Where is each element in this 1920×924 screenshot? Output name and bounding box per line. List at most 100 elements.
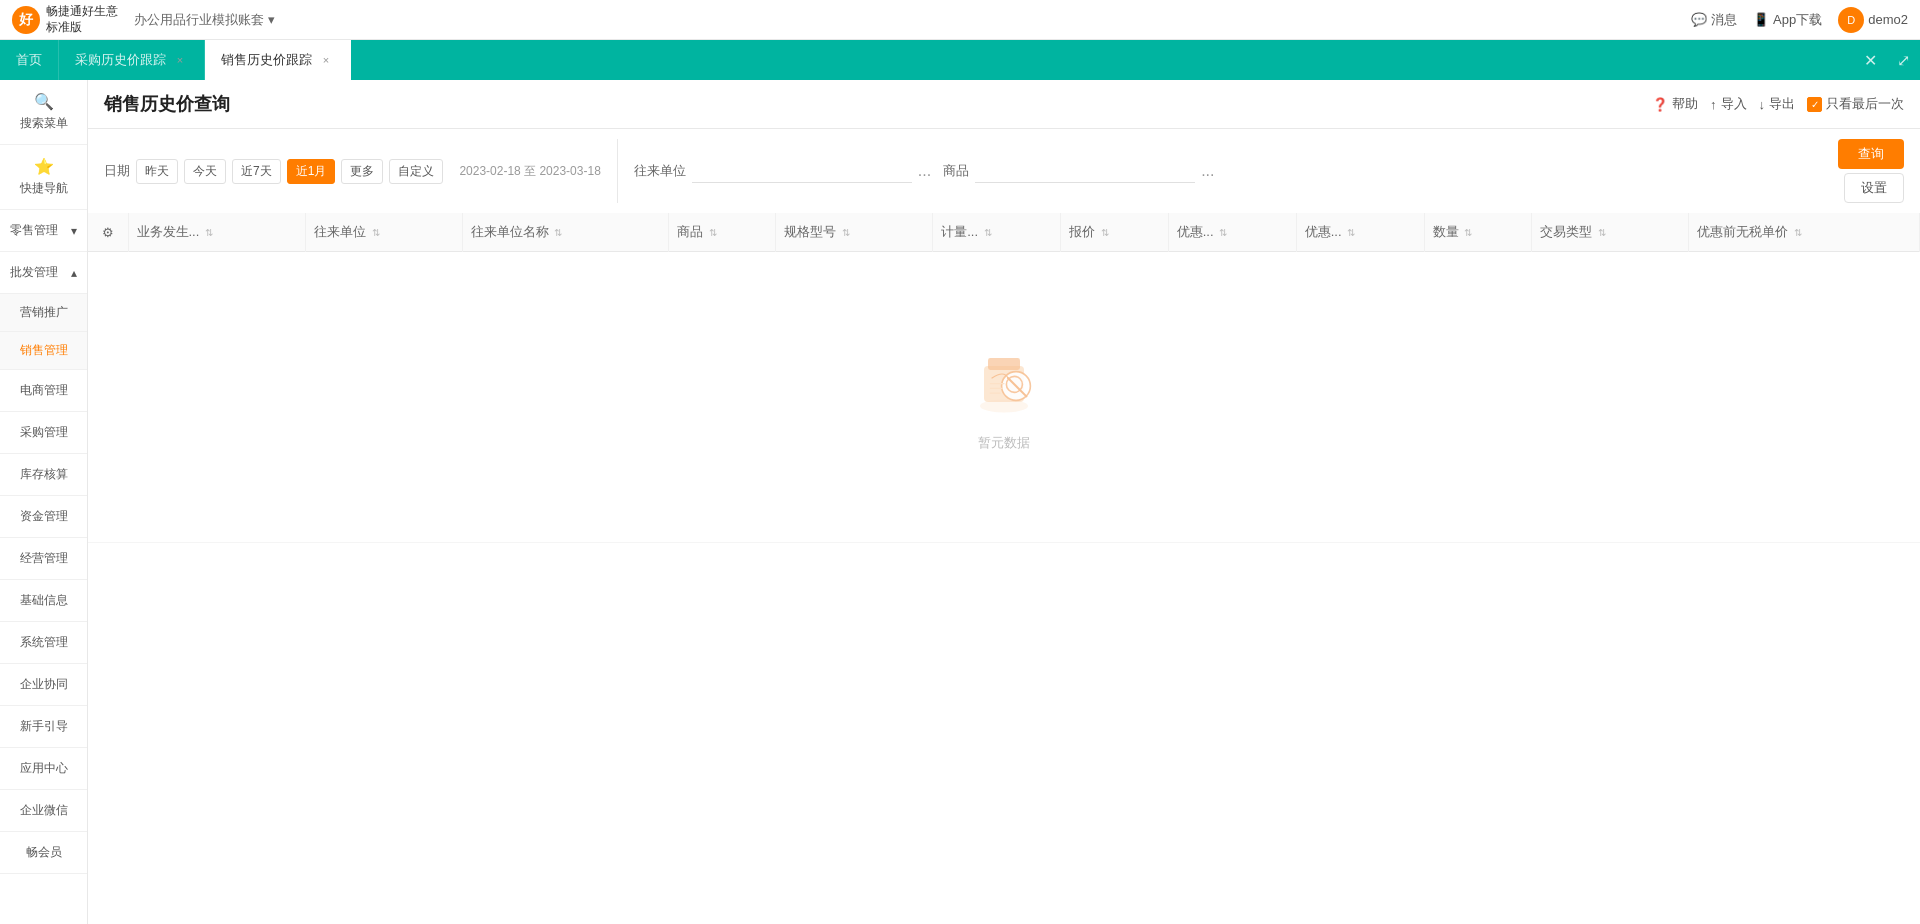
tab-purchase-label: 采购历史价跟踪 <box>75 51 166 69</box>
col-discount2[interactable]: 优惠... ⇅ <box>1296 213 1424 252</box>
sort-icon-quoted-price: ⇅ <box>1101 227 1109 238</box>
product-input[interactable] <box>975 159 1195 183</box>
chevron-up-icon: ▴ <box>71 266 77 280</box>
sidebar-item-app-center[interactable]: 应用中心 <box>0 748 87 790</box>
product-filter-group: 商品 ... <box>943 159 1214 183</box>
sort-icon-discount1: ⇅ <box>1219 227 1227 238</box>
export-icon: ↓ <box>1759 97 1766 112</box>
sidebar-item-inventory[interactable]: 库存核算 <box>0 454 87 496</box>
col-unit[interactable]: 计量... ⇅ <box>933 213 1061 252</box>
help-icon: ❓ <box>1652 97 1668 112</box>
sidebar-item-finance[interactable]: 资金管理 <box>0 496 87 538</box>
logo-text: 畅捷通好生意 标准版 <box>46 4 118 35</box>
empty-state: 暂元数据 <box>96 262 1912 532</box>
date-btn-7days[interactable]: 近7天 <box>232 159 281 184</box>
sidebar-inventory-label: 库存核算 <box>20 466 68 483</box>
date-btn-custom[interactable]: 自定义 <box>389 159 443 184</box>
date-btn-yesterday[interactable]: 昨天 <box>136 159 178 184</box>
sidebar-item-guide[interactable]: 新手引导 <box>0 706 87 748</box>
partner-label: 往来单位 <box>634 162 686 180</box>
date-btn-more[interactable]: 更多 <box>341 159 383 184</box>
import-btn[interactable]: ↑ 导入 <box>1710 95 1747 113</box>
tab-restore-btn[interactable]: ⤢ <box>1887 47 1920 74</box>
tab-sales-history[interactable]: 销售历史价跟踪 × <box>205 40 351 80</box>
query-button[interactable]: 查询 <box>1838 139 1904 169</box>
date-range-display: 2023-02-18 至 2023-03-18 <box>459 163 600 180</box>
sidebar-item-system[interactable]: 系统管理 <box>0 622 87 664</box>
partner-dots[interactable]: ... <box>918 162 931 180</box>
col-quoted-price[interactable]: 报价 ⇅ <box>1061 213 1168 252</box>
sidebar-item-search[interactable]: 🔍 搜索菜单 <box>0 80 87 145</box>
tab-close-btn[interactable]: ✕ <box>1854 47 1887 74</box>
logo-icon: 好 <box>12 6 40 34</box>
col-spec[interactable]: 规格型号 ⇅ <box>776 213 933 252</box>
sort-icon-discount2: ⇅ <box>1347 227 1355 238</box>
checkbox-icon: ✓ <box>1807 97 1822 112</box>
sidebar-purchase-label: 采购管理 <box>20 424 68 441</box>
col-quantity[interactable]: 数量 ⇅ <box>1424 213 1531 252</box>
sidebar-item-member[interactable]: 畅会员 <box>0 832 87 874</box>
tab-sales-close[interactable]: × <box>318 52 334 68</box>
product-dots[interactable]: ... <box>1201 162 1214 180</box>
sidebar-item-enterprise[interactable]: 企业协同 <box>0 664 87 706</box>
sidebar-item-ecommerce[interactable]: 电商管理 <box>0 370 87 412</box>
only-last-checkbox[interactable]: ✓ 只看最后一次 <box>1807 95 1904 113</box>
sidebar-item-purchase[interactable]: 采购管理 <box>0 412 87 454</box>
app-name: 办公用品行业模拟账套 <box>134 11 264 29</box>
download-icon: 📱 <box>1753 12 1769 27</box>
tab-purchase-close[interactable]: × <box>172 52 188 68</box>
col-unit-label: 计量... <box>941 224 978 239</box>
sidebar-operations-label: 经营管理 <box>20 550 68 567</box>
sidebar-item-basic-info[interactable]: 基础信息 <box>0 580 87 622</box>
col-biz-date[interactable]: 业务发生... ⇅ <box>128 213 305 252</box>
sidebar-app-center-label: 应用中心 <box>20 760 68 777</box>
message-btn[interactable]: 💬 消息 <box>1691 11 1737 29</box>
tab-home[interactable]: 首页 <box>0 40 59 80</box>
empty-illustration <box>964 342 1044 422</box>
sidebar-item-retail[interactable]: 零售管理 ▾ <box>0 210 87 252</box>
sidebar-item-wechat[interactable]: 企业微信 <box>0 790 87 832</box>
data-table: ⚙ 业务发生... ⇅ 往来单位 ⇅ 往来单位名称 ⇅ <box>88 213 1920 543</box>
col-settings[interactable]: ⚙ <box>88 213 128 252</box>
sidebar-item-sales-mgmt[interactable]: 销售管理 <box>0 332 87 370</box>
content-area: 销售历史价查询 ❓ 帮助 ↑ 导入 ↓ 导出 ✓ <box>88 80 1920 924</box>
sidebar-item-wholesale[interactable]: 批发管理 ▴ <box>0 252 87 294</box>
tab-purchase-history[interactable]: 采购历史价跟踪 × <box>59 40 205 80</box>
topbar-left: 好 畅捷通好生意 标准版 办公用品行业模拟账套 ▾ <box>12 4 283 35</box>
date-btn-1month[interactable]: 近1月 <box>287 159 336 184</box>
col-pre-tax-price[interactable]: 优惠前无税单价 ⇅ <box>1689 213 1920 252</box>
sort-icon-unit: ⇅ <box>984 227 992 238</box>
app-download-btn[interactable]: 📱 App下载 <box>1753 11 1822 29</box>
col-discount2-label: 优惠... <box>1305 224 1342 239</box>
tabbar: 首页 采购历史价跟踪 × 销售历史价跟踪 × ✕ ⤢ <box>0 40 1920 80</box>
sidebar-search-label: 搜索菜单 <box>20 115 68 132</box>
sidebar-item-operations[interactable]: 经营管理 <box>0 538 87 580</box>
tabbar-actions: ✕ ⤢ <box>1854 47 1920 74</box>
main-layout: 🔍 搜索菜单 ⭐ 快捷导航 零售管理 ▾ 批发管理 ▴ 营销推广 销售管理 电商… <box>0 80 1920 924</box>
empty-text: 暂元数据 <box>978 434 1030 452</box>
sidebar-wechat-label: 企业微信 <box>20 802 68 819</box>
sidebar-item-quick-nav[interactable]: ⭐ 快捷导航 <box>0 145 87 210</box>
settings-button[interactable]: 设置 <box>1844 173 1904 203</box>
logo-area: 好 畅捷通好生意 标准版 <box>12 4 118 35</box>
export-btn[interactable]: ↓ 导出 <box>1759 95 1796 113</box>
help-btn[interactable]: ❓ 帮助 <box>1652 95 1698 113</box>
page-header: 销售历史价查询 ❓ 帮助 ↑ 导入 ↓ 导出 ✓ <box>88 80 1920 129</box>
sort-icon-pre-tax-price: ⇅ <box>1794 227 1802 238</box>
app-selector[interactable]: 办公用品行业模拟账套 ▾ <box>126 7 283 33</box>
sidebar-enterprise-label: 企业协同 <box>20 676 68 693</box>
page-title-row: 销售历史价查询 ❓ 帮助 ↑ 导入 ↓ 导出 ✓ <box>104 92 1904 116</box>
col-partner-code[interactable]: 往来单位 ⇅ <box>305 213 462 252</box>
date-btn-today[interactable]: 今天 <box>184 159 226 184</box>
col-product[interactable]: 商品 ⇅ <box>668 213 775 252</box>
svg-rect-2 <box>988 358 1020 370</box>
partner-input[interactable] <box>692 159 912 183</box>
sidebar-item-marketing[interactable]: 营销推广 <box>0 294 87 332</box>
sort-icon-trade-type: ⇅ <box>1598 227 1606 238</box>
col-partner-name[interactable]: 往来单位名称 ⇅ <box>462 213 668 252</box>
sidebar-quick-nav-label: 快捷导航 <box>20 180 68 197</box>
sort-icon-partner-name: ⇅ <box>554 227 562 238</box>
user-menu[interactable]: D demo2 <box>1838 7 1908 33</box>
col-discount1[interactable]: 优惠... ⇅ <box>1168 213 1296 252</box>
col-trade-type[interactable]: 交易类型 ⇅ <box>1532 213 1689 252</box>
